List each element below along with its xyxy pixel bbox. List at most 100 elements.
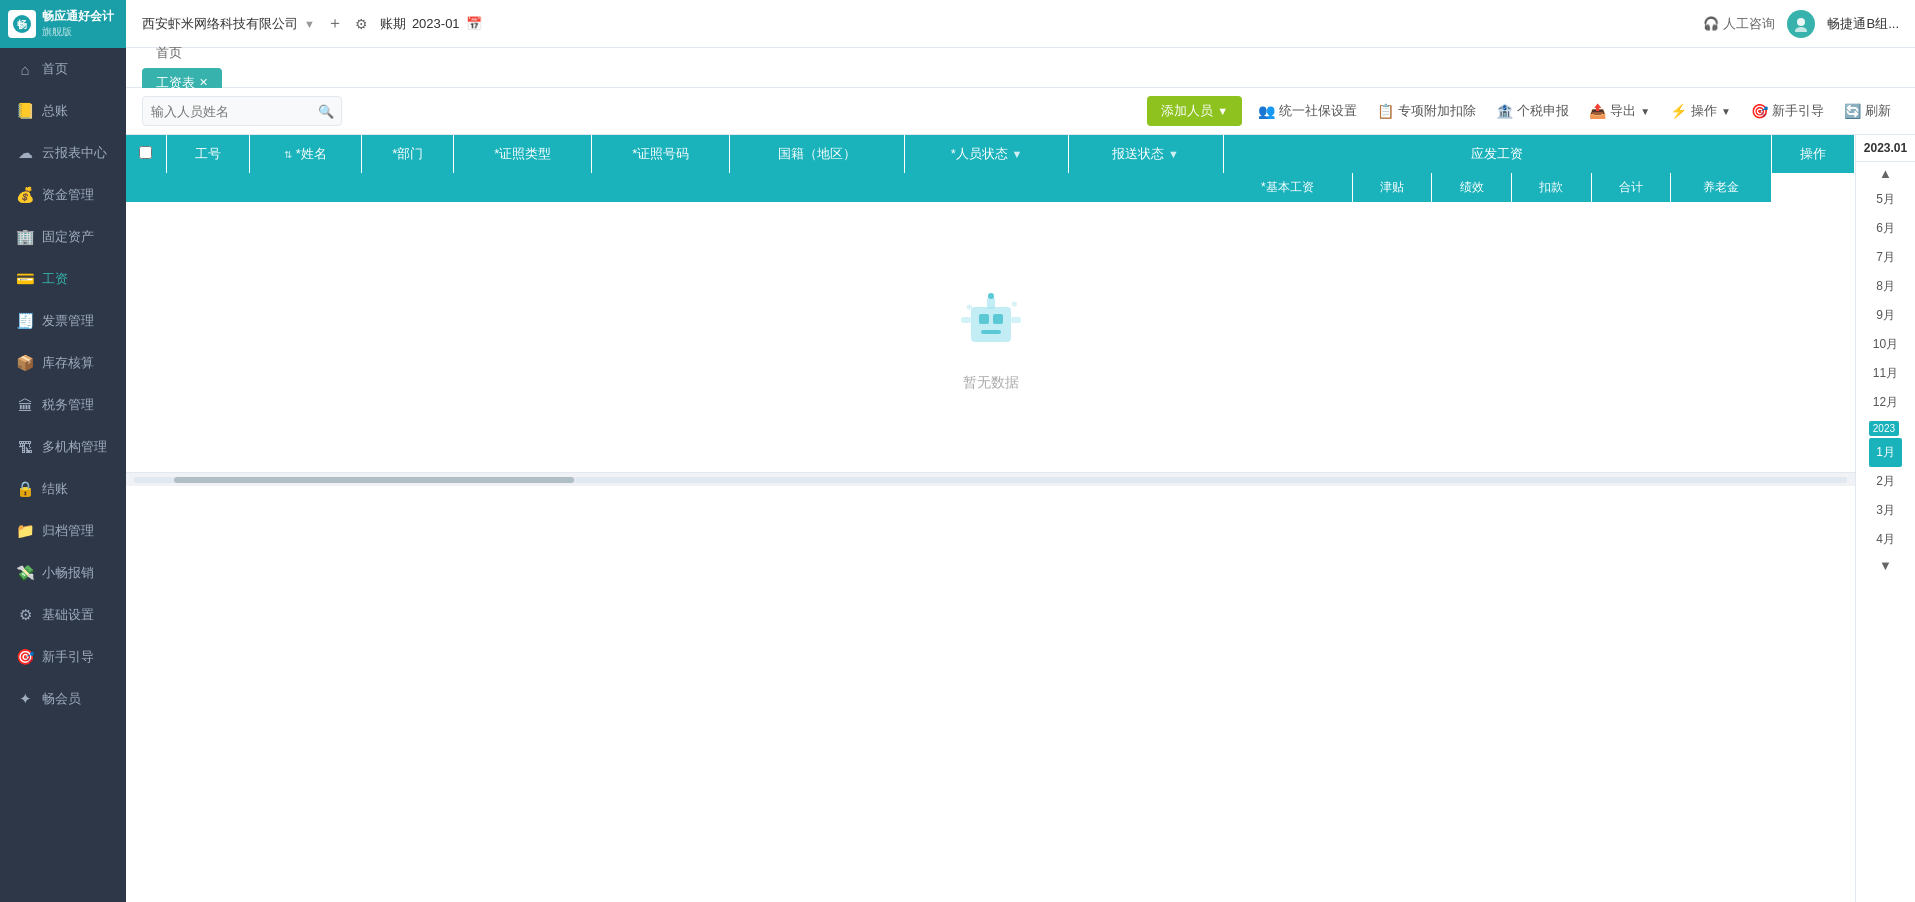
sidebar-icon-expense: 💸 — [16, 564, 34, 582]
sidebar-item-invoice[interactable]: 🧾 发票管理 — [0, 300, 126, 342]
toolbar-actions: 👥 统一社保设置 📋 专项附加扣除 🏦 个税申报 📤 导出 ▼ ⚡ 操作 ▼ 🎯… — [1250, 98, 1899, 124]
table-container: 工号⇅ *姓名*部门*证照类型*证照号码国籍（地区）*人员状态 ▼报送状态 ▼应… — [126, 135, 1855, 902]
sidebar-label-archive: 归档管理 — [42, 522, 94, 540]
month-6月[interactable]: 6月 — [1869, 214, 1902, 243]
toolbar-right: 添加人员 ▼ 👥 统一社保设置 📋 专项附加扣除 🏦 个税申报 📤 导出 ▼ ⚡… — [1147, 96, 1899, 126]
sidebar-label-settings: 基础设置 — [42, 606, 94, 624]
action-refresh[interactable]: 🔄 刷新 — [1836, 98, 1899, 124]
scroll-area[interactable] — [126, 472, 1855, 486]
company-selector[interactable]: 西安虾米网络科技有限公司 ▼ — [142, 15, 315, 33]
month-4月[interactable]: 4月 — [1869, 525, 1902, 554]
sidebar-item-fixed-assets[interactable]: 🏢 固定资产 — [0, 216, 126, 258]
scroll-track — [134, 477, 1847, 483]
sidebar-label-home: 首页 — [42, 60, 68, 78]
action-icon-special-deduction: 📋 — [1377, 103, 1394, 119]
sidebar-icon-ledger: 📒 — [16, 102, 34, 120]
add-company-button[interactable]: ＋ — [327, 13, 343, 34]
sidebar-icon-fund: 💰 — [16, 186, 34, 204]
month-9月[interactable]: 9月 — [1869, 301, 1902, 330]
service-label: 人工咨询 — [1723, 15, 1775, 33]
month-7月[interactable]: 7月 — [1869, 243, 1902, 272]
sidebar-icon-salary: 💳 — [16, 270, 34, 288]
sidebar-item-tax[interactable]: 🏛 税务管理 — [0, 384, 126, 426]
search-icon: 🔍 — [318, 104, 334, 119]
sidebar-item-multi-org[interactable]: 🏗 多机构管理 — [0, 426, 126, 468]
action-guide[interactable]: 🎯 新手引导 — [1743, 98, 1832, 124]
sidebar-item-close[interactable]: 🔒 结账 — [0, 468, 126, 510]
sidebar-item-inventory[interactable]: 📦 库存核算 — [0, 342, 126, 384]
action-export[interactable]: 📤 导出 ▼ — [1581, 98, 1658, 124]
current-month[interactable]: 1月 — [1869, 438, 1902, 467]
sidebar-label-salary: 工资 — [42, 270, 68, 288]
sidebar-item-home[interactable]: ⌂ 首页 — [0, 48, 126, 90]
svg-text:畅: 畅 — [17, 19, 27, 30]
period-value: 2023-01 — [412, 16, 460, 31]
add-person-button[interactable]: 添加人员 ▼ — [1147, 96, 1242, 126]
sidebar-icon-archive: 📁 — [16, 522, 34, 540]
action-label-personal-tax: 个税申报 — [1517, 102, 1569, 120]
sidebar-logo: 畅 畅应通好会计 旗舰版 — [0, 0, 126, 48]
sidebar-label-ledger: 总账 — [42, 102, 68, 120]
topbar-right: 🎧 人工咨询 畅捷通B组... — [1703, 10, 1899, 38]
month-11月[interactable]: 11月 — [1869, 359, 1902, 388]
month-3月[interactable]: 3月 — [1869, 496, 1902, 525]
username: 畅捷通B组... — [1827, 15, 1899, 33]
year-down-nav[interactable]: ▼ — [1856, 554, 1915, 577]
sidebar-item-salary[interactable]: 💳 工资 — [0, 258, 126, 300]
empty-text: 暂无数据 — [963, 374, 1019, 392]
month-12月[interactable]: 12月 — [1869, 388, 1902, 417]
col-total: 合计 — [1591, 173, 1671, 202]
sidebar-item-expense[interactable]: 💸 小畅报销 — [0, 552, 126, 594]
year-up-nav[interactable]: ▲ — [1856, 162, 1915, 185]
th-cert-no: *证照号码 — [592, 135, 730, 173]
sidebar-label-member: 畅会员 — [42, 690, 81, 708]
col-header-country: 国籍（地区） — [778, 146, 856, 161]
salary-table: 工号⇅ *姓名*部门*证照类型*证照号码国籍（地区）*人员状态 ▼报送状态 ▼应… — [126, 135, 1855, 202]
select-all-checkbox[interactable] — [139, 146, 152, 159]
col-allowance: 津贴 — [1352, 173, 1432, 202]
sidebar-label-fund: 资金管理 — [42, 186, 94, 204]
sidebar-item-member[interactable]: ✦ 畅会员 — [0, 678, 126, 720]
action-icon-refresh: 🔄 — [1844, 103, 1861, 119]
sidebar-label-fixed-assets: 固定资产 — [42, 228, 94, 246]
month-8月[interactable]: 8月 — [1869, 272, 1902, 301]
sort-arrows-name: ⇅ — [284, 149, 292, 160]
sidebar: 畅 畅应通好会计 旗舰版 ⌂ 首页 📒 总账 ☁ 云报表中心 💰 资金管理 🏢 … — [0, 0, 126, 902]
col-header-cert-type: *证照类型 — [494, 146, 551, 161]
sidebar-item-settings[interactable]: ⚙ 基础设置 — [0, 594, 126, 636]
action-icon-social-security: 👥 — [1258, 103, 1275, 119]
sidebar-icon-inventory: 📦 — [16, 354, 34, 372]
svg-text:❄: ❄ — [966, 303, 973, 312]
col-header-name: ⇅ *姓名 — [284, 146, 327, 161]
month-5月[interactable]: 5月 — [1869, 185, 1902, 214]
sidebar-label-inventory: 库存核算 — [42, 354, 94, 372]
month-10月[interactable]: 10月 — [1869, 330, 1902, 359]
tab-home[interactable]: 首页 — [142, 38, 222, 68]
action-special-deduction[interactable]: 📋 专项附加扣除 — [1369, 98, 1484, 124]
settings-icon[interactable]: ⚙ — [355, 16, 368, 32]
action-dropdown-export: ▼ — [1640, 106, 1650, 117]
topbar: 西安虾米网络科技有限公司 ▼ ＋ ⚙ 账期 2023-01 📅 🎧 人工咨询 畅… — [126, 0, 1915, 48]
service-button[interactable]: 🎧 人工咨询 — [1703, 15, 1775, 33]
headset-icon: 🎧 — [1703, 16, 1719, 31]
sidebar-item-fund[interactable]: 💰 资金管理 — [0, 174, 126, 216]
svg-rect-4 — [971, 307, 1011, 342]
action-operation[interactable]: ⚡ 操作 ▼ — [1662, 98, 1739, 124]
month-2月[interactable]: 2月 — [1869, 467, 1902, 496]
search-input[interactable] — [142, 96, 342, 126]
action-social-security[interactable]: 👥 统一社保设置 — [1250, 98, 1365, 124]
filter-icon-report-status[interactable]: ▼ — [1168, 148, 1179, 160]
filter-icon-person-status[interactable]: ▼ — [1011, 148, 1022, 160]
toolbar: 🔍 添加人员 ▼ 👥 统一社保设置 📋 专项附加扣除 🏦 个税申报 📤 导出 ▼… — [126, 88, 1915, 135]
col-pension: 养老金 — [1671, 173, 1772, 202]
sidebar-item-archive[interactable]: 📁 归档管理 — [0, 510, 126, 552]
sidebar-item-ledger[interactable]: 📒 总账 — [0, 90, 126, 132]
app-title: 畅应通好会计 — [42, 9, 114, 25]
action-icon-personal-tax: 🏦 — [1496, 103, 1513, 119]
sidebar-label-guide: 新手引导 — [42, 648, 94, 666]
sidebar-item-guide[interactable]: 🎯 新手引导 — [0, 636, 126, 678]
action-personal-tax[interactable]: 🏦 个税申报 — [1488, 98, 1577, 124]
sidebar-item-cloud-report[interactable]: ☁ 云报表中心 — [0, 132, 126, 174]
avatar — [1787, 10, 1815, 38]
calendar-icon[interactable]: 📅 — [466, 16, 482, 31]
